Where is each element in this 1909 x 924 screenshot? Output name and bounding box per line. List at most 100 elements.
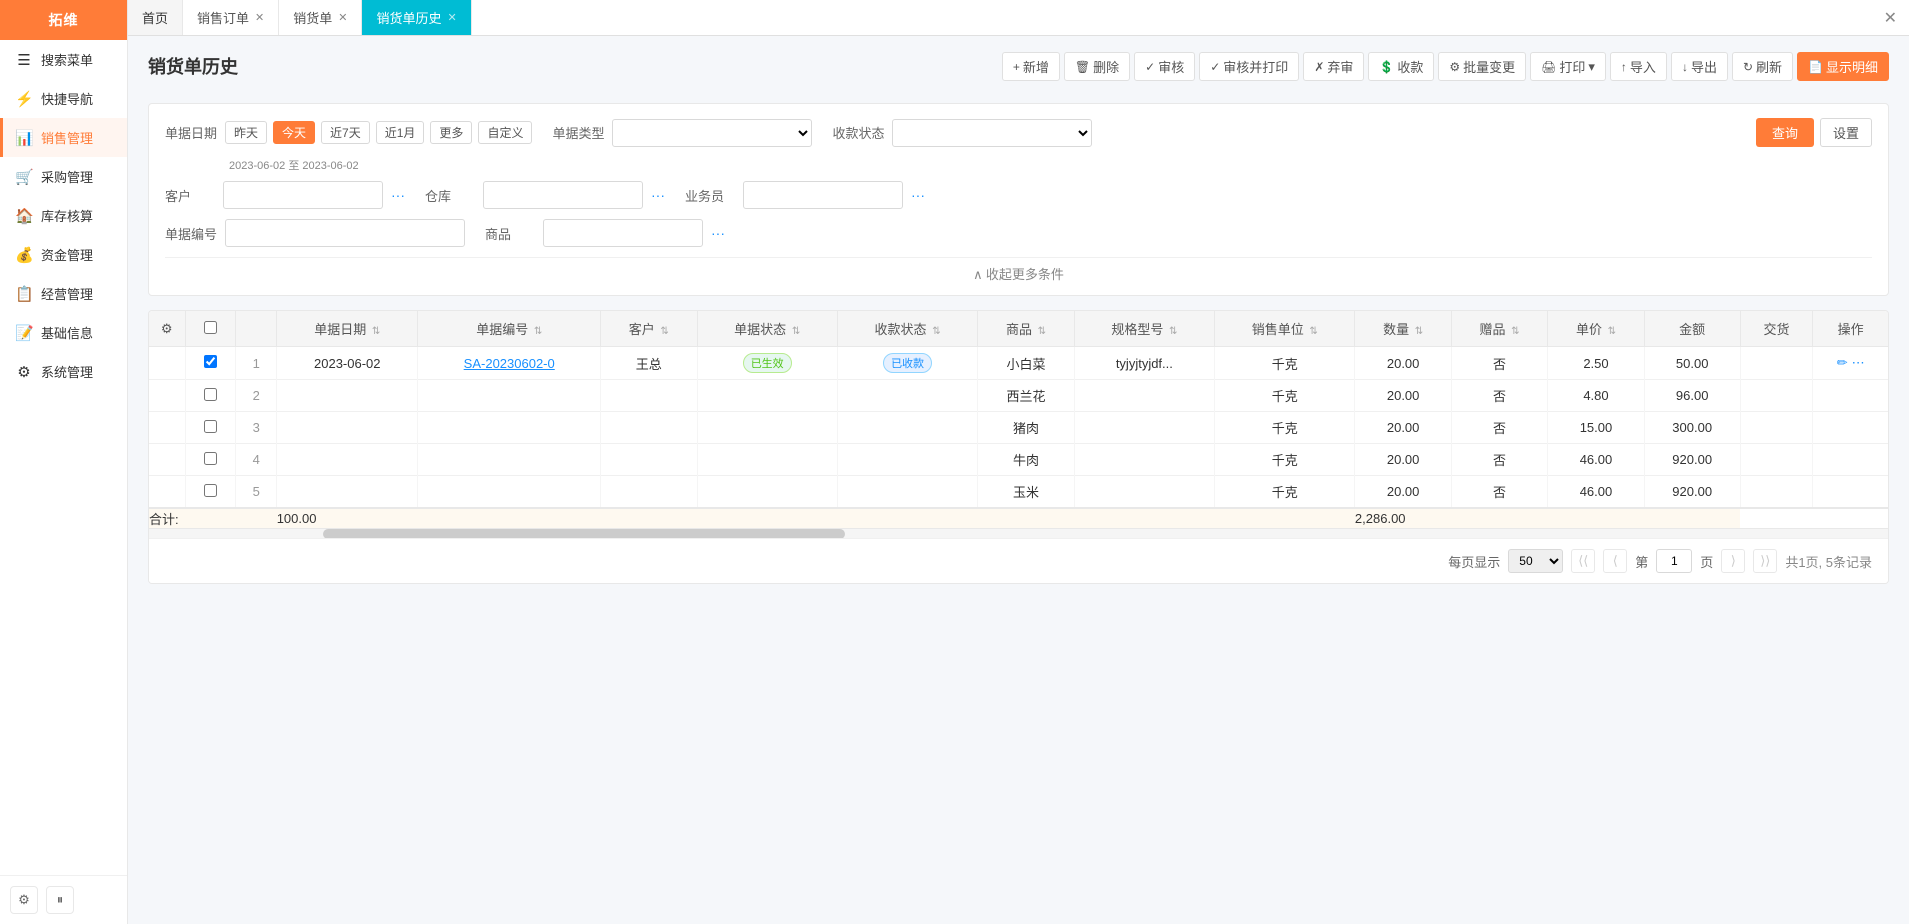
td-doc-no[interactable]: SA-20230602-0 xyxy=(418,347,601,380)
sidebar-item-search-menu[interactable]: ☰ 搜索菜单 xyxy=(0,40,127,79)
row-checkbox[interactable] xyxy=(204,484,217,497)
th-settings[interactable]: ⚙ xyxy=(149,311,185,347)
sidebar-settings-btn[interactable]: ⚙ xyxy=(10,886,38,914)
page-title: 销货单历史 xyxy=(148,53,238,79)
td-goods: 小白菜 xyxy=(978,347,1074,380)
sidebar-pause-btn[interactable]: ⏸ xyxy=(46,886,74,914)
query-button[interactable]: 查询 xyxy=(1756,118,1814,147)
pag-last-btn[interactable]: ⟩⟩ xyxy=(1753,549,1777,573)
warehouse-dots-icon[interactable]: ··· xyxy=(651,187,665,203)
td-settings xyxy=(149,347,185,380)
sidebar-item-purchase-mgmt[interactable]: 🛒 采购管理 xyxy=(0,157,127,196)
batch-change-button[interactable]: ⚙ 批量变更 xyxy=(1438,52,1526,81)
delete-button[interactable]: 🗑 删除 xyxy=(1064,52,1130,81)
filter-row-1: 单据日期 昨天 今天 近7天 近1月 更多 自定义 单据类型 xyxy=(165,118,1872,147)
action-more[interactable]: ⋯ xyxy=(1852,355,1865,370)
date-btn-today[interactable]: 今天 xyxy=(273,121,315,144)
date-btn-custom[interactable]: 自定义 xyxy=(478,121,532,144)
payment-status-select[interactable] xyxy=(892,119,1092,147)
staff-input[interactable] xyxy=(743,181,903,209)
td-goods: 猪肉 xyxy=(978,412,1074,444)
collect-button[interactable]: 💲 收款 xyxy=(1368,52,1434,81)
import-button[interactable]: ↑ 导入 xyxy=(1610,52,1667,81)
audit-print-button[interactable]: ✓ 审核并打印 xyxy=(1199,52,1299,81)
td-check[interactable] xyxy=(185,476,236,509)
collapse-more-btn[interactable]: ∧ 收起更多条件 xyxy=(165,257,1872,285)
row-checkbox[interactable] xyxy=(204,452,217,465)
staff-dots-icon[interactable]: ··· xyxy=(911,187,925,203)
pag-prev-btn[interactable]: ⟨ xyxy=(1603,549,1627,573)
th-spec[interactable]: 规格型号 ⇅ xyxy=(1074,311,1214,347)
show-detail-button[interactable]: 📄 显示明细 xyxy=(1797,52,1889,81)
tab-sales-goods-close[interactable]: ✕ xyxy=(338,11,347,24)
sidebar-item-label: 资金管理 xyxy=(41,245,93,264)
scrollbar-thumb[interactable] xyxy=(323,529,845,538)
action-edit[interactable]: ✏ xyxy=(1837,355,1848,370)
select-all-checkbox[interactable] xyxy=(204,321,217,334)
td-pay-status xyxy=(837,380,977,412)
refresh-button[interactable]: ↻ 刷新 xyxy=(1732,52,1793,81)
tab-home[interactable]: 首页 xyxy=(128,0,183,35)
sidebar-item-quick-nav[interactable]: ⚡ 快捷导航 xyxy=(0,79,127,118)
th-doc-status[interactable]: 单据状态 ⇅ xyxy=(697,311,837,347)
td-check[interactable] xyxy=(185,412,236,444)
sidebar-item-system-mgmt[interactable]: ⚙ 系统管理 xyxy=(0,352,127,391)
new-button[interactable]: + 新增 xyxy=(1002,52,1060,81)
date-btn-1month[interactable]: 近1月 xyxy=(376,121,425,144)
th-goods[interactable]: 商品 ⇅ xyxy=(978,311,1074,347)
abandon-button[interactable]: ✗ 弃审 xyxy=(1303,52,1364,81)
sidebar-item-inventory[interactable]: 🏠 库存核算 xyxy=(0,196,127,235)
th-date[interactable]: 单据日期 ⇅ xyxy=(277,311,418,347)
pag-first-btn[interactable]: ⟨⟨ xyxy=(1571,549,1595,573)
content-area: 销货单历史 + 新增 🗑 删除 ✓ 审核 ✓ 审核并打印 xyxy=(128,36,1909,924)
sidebar-item-sales-mgmt[interactable]: 📊 销售管理 xyxy=(0,118,127,157)
export-button[interactable]: ↓ 导出 xyxy=(1671,52,1728,81)
settings-button[interactable]: 设置 xyxy=(1820,118,1872,147)
sidebar-item-finance[interactable]: 💰 资金管理 xyxy=(0,235,127,274)
doc-type-select[interactable] xyxy=(612,119,812,147)
clipboard-icon: 📋 xyxy=(15,285,33,303)
td-doc-no xyxy=(418,412,601,444)
horizontal-scrollbar[interactable] xyxy=(149,528,1888,538)
row-checkbox[interactable] xyxy=(204,420,217,433)
tab-sales-goods[interactable]: 销货单 ✕ xyxy=(279,0,362,35)
date-btn-7days[interactable]: 近7天 xyxy=(321,121,370,144)
th-price[interactable]: 单价 ⇅ xyxy=(1548,311,1644,347)
sidebar-item-label: 库存核算 xyxy=(41,206,93,225)
tab-sales-history-close[interactable]: ✕ xyxy=(448,11,457,24)
sort-customer-icon: ⇅ xyxy=(660,326,668,337)
th-qty[interactable]: 数量 ⇅ xyxy=(1355,311,1451,347)
totals-label: 合计: xyxy=(149,508,277,528)
row-checkbox[interactable] xyxy=(204,388,217,401)
sidebar-item-basic-info[interactable]: 📝 基础信息 xyxy=(0,313,127,352)
audit-button[interactable]: ✓ 审核 xyxy=(1134,52,1195,81)
tab-sales-history[interactable]: 销货单历史 ✕ xyxy=(362,0,471,35)
print-button[interactable]: 🖨 打印 ▾ xyxy=(1530,52,1606,81)
td-check[interactable] xyxy=(185,347,236,380)
per-page-select[interactable]: 50 100 200 xyxy=(1508,549,1563,573)
tab-bar-close-all[interactable]: ✕ xyxy=(1872,8,1909,28)
tab-sales-order[interactable]: 销售订单 ✕ xyxy=(183,0,279,35)
collect-icon: 💲 xyxy=(1379,60,1394,74)
pag-next-btn[interactable]: ⟩ xyxy=(1721,549,1745,573)
pag-page-input[interactable] xyxy=(1656,549,1692,573)
td-check[interactable] xyxy=(185,380,236,412)
tab-sales-order-close[interactable]: ✕ xyxy=(255,11,264,24)
tab-sales-goods-label: 销货单 xyxy=(293,8,332,27)
customer-dots-icon[interactable]: ··· xyxy=(391,187,405,203)
warehouse-input[interactable] xyxy=(483,181,643,209)
doc-no-input[interactable] xyxy=(225,219,465,247)
th-doc-no[interactable]: 单据编号 ⇅ xyxy=(418,311,601,347)
th-unit[interactable]: 销售单位 ⇅ xyxy=(1215,311,1355,347)
sidebar-item-operations[interactable]: 📋 经营管理 xyxy=(0,274,127,313)
goods-dots-icon[interactable]: ··· xyxy=(711,225,725,241)
customer-input[interactable] xyxy=(223,181,383,209)
date-btn-yesterday[interactable]: 昨天 xyxy=(225,121,267,144)
date-btn-more[interactable]: 更多 xyxy=(430,121,472,144)
goods-input[interactable] xyxy=(543,219,703,247)
th-gift[interactable]: 赠品 ⇅ xyxy=(1451,311,1547,347)
td-check[interactable] xyxy=(185,444,236,476)
th-pay-status[interactable]: 收款状态 ⇅ xyxy=(837,311,977,347)
row-checkbox[interactable] xyxy=(204,355,217,368)
th-customer[interactable]: 客户 ⇅ xyxy=(601,311,697,347)
